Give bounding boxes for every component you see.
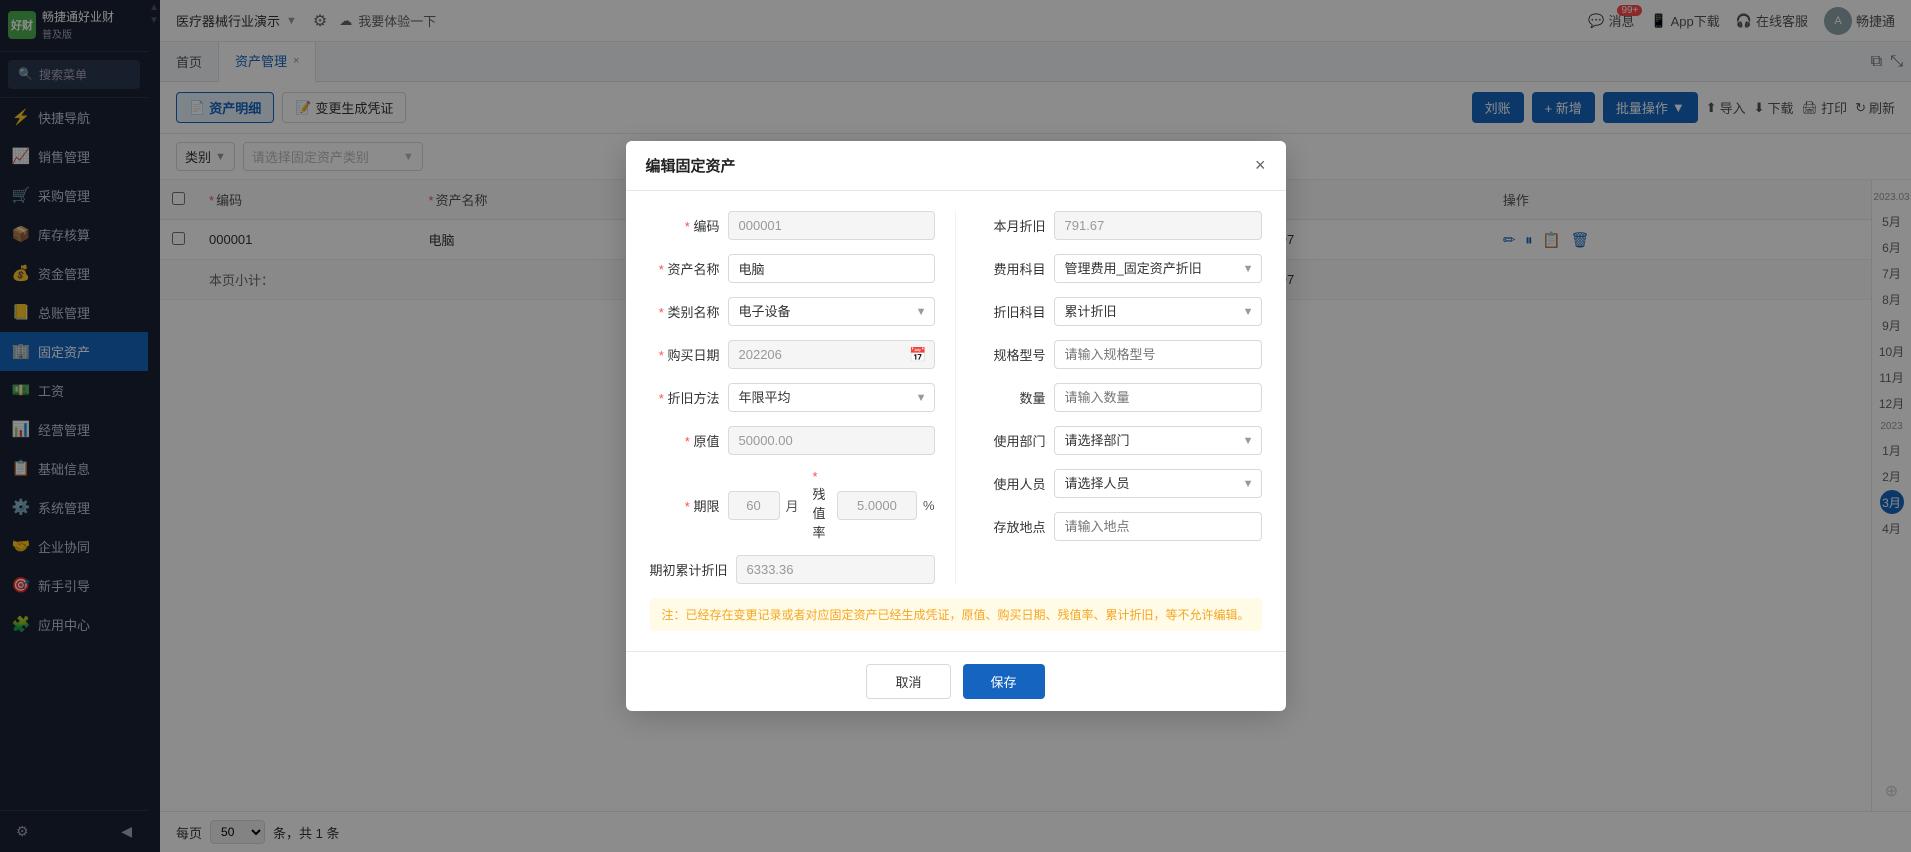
modal-close-button[interactable]: × [1255,155,1266,176]
field-monthly-dep: 本月折旧 [976,211,1262,240]
modal-right-column: 本月折旧 费用科目 管理费用_固定资产折旧 ▼ [956,211,1262,584]
name-label: * 资产名称 [650,259,720,278]
quantity-label: 数量 [976,388,1046,407]
person-select-wrap: 请选择人员 ▼ [1054,469,1262,498]
dep-method-label: * 折旧方法 [650,388,720,407]
monthly-dep-input [1054,211,1262,240]
category-select-wrap: 电子设备 ▼ [728,297,935,326]
location-input[interactable] [1054,512,1262,541]
location-label: 存放地点 [976,517,1046,536]
category-select[interactable]: 电子设备 [728,297,935,326]
dep-method-select-wrap: 年限平均 ▼ [728,383,935,412]
modal-title: 编辑固定资产 [646,155,736,176]
department-select[interactable]: 请选择部门 [1054,426,1262,455]
spec-input[interactable] [1054,340,1262,369]
field-expense-subject: 费用科目 管理费用_固定资产折旧 ▼ [976,254,1262,283]
field-original-value: * 原值 [650,426,935,455]
code-label: * 编码 [650,216,720,235]
original-value-label: * 原值 [650,431,720,450]
field-dep-method: * 折旧方法 年限平均 ▼ [650,383,935,412]
department-label: 使用部门 [976,431,1046,450]
expense-subject-select-wrap: 管理费用_固定资产折旧 ▼ [1054,254,1262,283]
person-select[interactable]: 请选择人员 [1054,469,1262,498]
edit-fixed-asset-modal: 编辑固定资产 × * 编码 * 资产名称 [626,141,1286,711]
quantity-input[interactable] [1054,383,1262,412]
field-location: 存放地点 [976,512,1262,541]
name-input[interactable] [728,254,935,283]
modal-body: * 编码 * 资产名称 * 类别名称 [626,191,1286,651]
dep-subject-select-wrap: 累计折旧 ▼ [1054,297,1262,326]
department-select-wrap: 请选择部门 ▼ [1054,426,1262,455]
modal-overlay: 编辑固定资产 × * 编码 * 资产名称 [0,0,1911,852]
dep-subject-label: 折旧科目 [976,302,1046,321]
field-period-residual: * 期限 月 * 残值率 % [650,469,935,541]
calendar-icon[interactable]: 📅 [909,346,926,363]
field-quantity: 数量 [976,383,1262,412]
residual-rate-label: * 残值率 [813,469,831,541]
field-purchase-date: * 购买日期 📅 [650,340,935,369]
field-person: 使用人员 请选择人员 ▼ [976,469,1262,498]
field-code: * 编码 [650,211,935,240]
cancel-button[interactable]: 取消 [866,664,950,699]
expense-subject-select[interactable]: 管理费用_固定资产折旧 [1054,254,1262,283]
field-category: * 类别名称 电子设备 ▼ [650,297,935,326]
person-label: 使用人员 [976,474,1046,493]
purchase-date-wrap: 📅 [728,340,935,369]
purchase-date-input[interactable] [728,340,935,369]
period-label: * 期限 [650,496,720,515]
field-name: * 资产名称 [650,254,935,283]
field-department: 使用部门 请选择部门 ▼ [976,426,1262,455]
save-button[interactable]: 保存 [963,664,1045,699]
modal-note: 注：已经存在变更记录或者对应固定资产已经生成凭证，原值、购买日期、残值率、累计折… [650,598,1262,631]
original-value-input[interactable] [728,426,935,455]
dep-method-select[interactable]: 年限平均 [728,383,935,412]
field-dep-subject: 折旧科目 累计折旧 ▼ [976,297,1262,326]
initial-accumulated-input[interactable] [736,555,935,584]
period-inline-group: 月 * 残值率 % [728,469,935,541]
period-unit: 月 [786,496,799,515]
modal-header: 编辑固定资产 × [626,141,1286,191]
expense-subject-label: 费用科目 [976,259,1046,278]
category-label: * 类别名称 [650,302,720,321]
period-input[interactable] [728,491,780,520]
residual-rate-unit: % [923,498,935,513]
field-spec: 规格型号 [976,340,1262,369]
code-input[interactable] [728,211,935,240]
purchase-date-label: * 购买日期 [650,345,720,364]
spec-label: 规格型号 [976,345,1046,364]
monthly-dep-label: 本月折旧 [976,216,1046,235]
modal-footer: 取消 保存 [626,651,1286,711]
residual-rate-input[interactable] [837,491,917,520]
modal-left-column: * 编码 * 资产名称 * 类别名称 [650,211,956,584]
field-initial-accumulated: 期初累计折旧 [650,555,935,584]
initial-accumulated-label: 期初累计折旧 [650,560,728,579]
dep-subject-select[interactable]: 累计折旧 [1054,297,1262,326]
